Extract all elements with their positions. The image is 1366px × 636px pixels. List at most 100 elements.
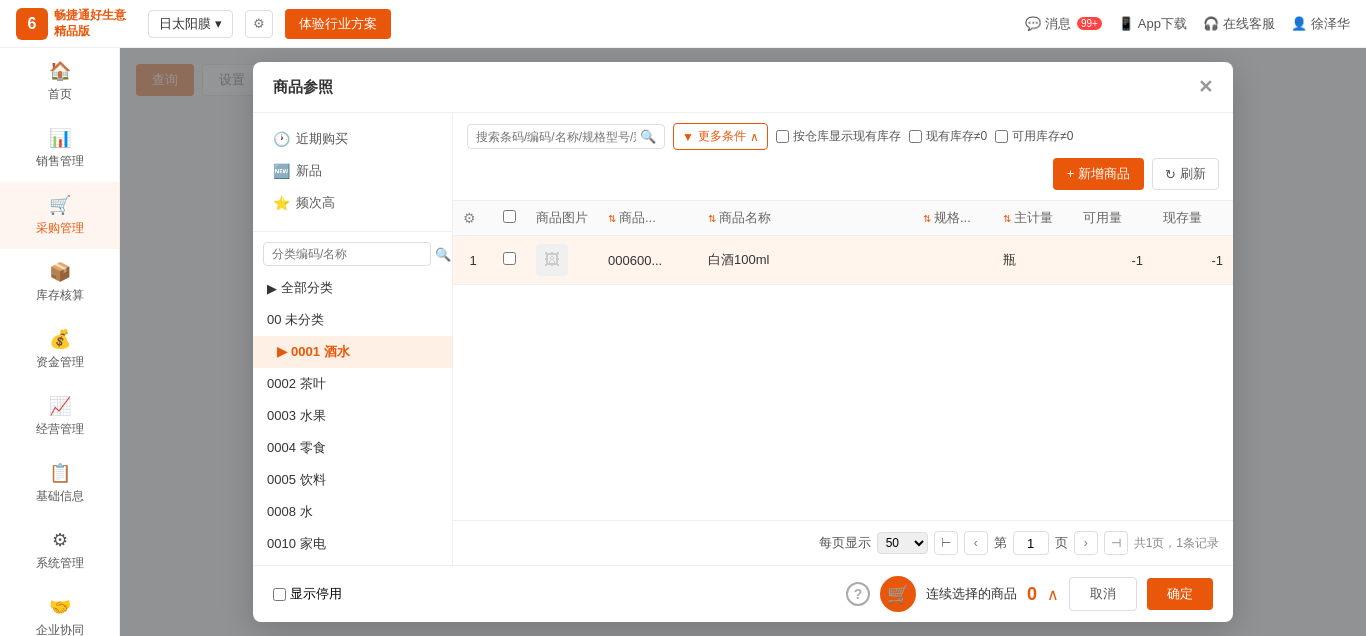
modal-body: 🕐 近期购买 🆕 新品 ⭐ 频次高 [253, 113, 1233, 565]
main-layout: 🏠 首页 📊 销售管理 🛒 采购管理 📦 库存核算 💰 资金管理 📈 经营管理 … [0, 48, 1366, 636]
cancel-button[interactable]: 取消 [1069, 577, 1137, 611]
sidebar-item-home[interactable]: 🏠 首页 [0, 48, 119, 115]
experience-btn[interactable]: 体验行业方案 [285, 9, 391, 39]
new-icon: 🆕 [273, 163, 290, 179]
sidebar-item-system[interactable]: ⚙ 系统管理 [0, 517, 119, 584]
cart-label: 连续选择的商品 [926, 585, 1017, 603]
confirm-button[interactable]: 确定 [1147, 578, 1213, 610]
sidebar-item-enterprise[interactable]: 🤝 企业协同 [0, 584, 119, 636]
image-placeholder-icon: 🖼 [544, 251, 560, 269]
first-page-btn[interactable]: ⊢ [934, 531, 958, 555]
cat-item-0004[interactable]: 0004 零食 [253, 432, 452, 464]
sidebar-item-operations[interactable]: 📈 经营管理 [0, 383, 119, 450]
th-available[interactable]: 可用量 [1073, 201, 1153, 236]
filter-more-btn[interactable]: ▼ 更多条件 ∧ [673, 123, 768, 150]
logo-area: 6 畅捷通好生意 精品版 [16, 8, 136, 40]
th-spec[interactable]: ⇅ 规格... [913, 201, 993, 236]
filter-stock-nonzero-input[interactable] [909, 130, 922, 143]
app-download-btn[interactable]: 📱 App下载 [1118, 15, 1187, 33]
th-product-image: 商品图片 [526, 201, 598, 236]
sidebar-item-basic-info[interactable]: 📋 基础信息 [0, 450, 119, 517]
sidebar-item-label: 采购管理 [36, 220, 84, 237]
product-table: ⚙ 商品图片 [453, 201, 1233, 285]
row-checkbox[interactable] [503, 252, 516, 265]
pagination: 每页显示 50 20 100 ⊢ ‹ 第 页 › [453, 520, 1233, 565]
operations-icon: 📈 [49, 395, 71, 417]
quick-new-products[interactable]: 🆕 新品 [263, 155, 442, 187]
store-selector[interactable]: 日太阳膜 ▾ [148, 10, 233, 38]
cat-item-00[interactable]: 00 未分类 [253, 304, 452, 336]
online-service-btn[interactable]: 🎧 在线客服 [1203, 15, 1275, 33]
th-stock[interactable]: 现存量 [1153, 201, 1233, 236]
system-icon: ⚙ [52, 529, 68, 551]
filter-warehouse-input[interactable] [776, 130, 789, 143]
user-profile-btn[interactable]: 👤 徐泽华 [1291, 15, 1350, 33]
sidebar-item-purchase[interactable]: 🛒 采购管理 [0, 182, 119, 249]
cat-active-arrow: ▶ [277, 344, 287, 359]
sales-icon: 📊 [49, 127, 71, 149]
divider-1 [253, 231, 452, 232]
sidebar-item-sales[interactable]: 📊 销售管理 [0, 115, 119, 182]
message-label: 消息 [1045, 15, 1071, 33]
star-icon: ⭐ [273, 195, 290, 211]
cat-search-icon[interactable]: 🔍 [435, 247, 451, 262]
last-page-btn[interactable]: ⊣ [1104, 531, 1128, 555]
quick-frequent[interactable]: ⭐ 频次高 [263, 187, 442, 219]
cat-item-0002[interactable]: 0002 茶叶 [253, 368, 452, 400]
modal-close-button[interactable]: ✕ [1198, 76, 1213, 98]
purchase-icon: 🛒 [49, 194, 71, 216]
quick-recent-purchase[interactable]: 🕐 近期购买 [263, 123, 442, 155]
cat-item-0003[interactable]: 0003 水果 [253, 400, 452, 432]
product-search-input[interactable] [476, 130, 636, 144]
user-name: 徐泽华 [1311, 15, 1350, 33]
select-all-checkbox[interactable] [503, 210, 516, 223]
cat-item-all[interactable]: ▶ 全部分类 [253, 272, 452, 304]
row-checkbox-cell [493, 236, 526, 285]
page-number-input[interactable] [1013, 531, 1049, 555]
filter-bar: 🔍 ▼ 更多条件 ∧ 按仓库显示现有库存 [453, 113, 1233, 201]
cat-item-0001[interactable]: ▶0001 酒水 [253, 336, 452, 368]
show-disabled-checkbox[interactable]: 显示停用 [273, 585, 342, 603]
message-btn[interactable]: 💬 消息 99+ [1025, 15, 1102, 33]
prev-page-btn[interactable]: ‹ [964, 531, 988, 555]
search-icon[interactable]: 🔍 [640, 129, 656, 144]
add-product-btn[interactable]: + 新增商品 [1053, 158, 1144, 190]
product-thumbnail: 🖼 [536, 244, 568, 276]
cat-search-row: 🔍 « [253, 236, 452, 272]
filter-avail-nonzero-input[interactable] [995, 130, 1008, 143]
category-list: ▶ 全部分类 00 未分类 ▶0001 酒水 0002 茶叶 0003 水果 0… [253, 272, 452, 560]
cat-item-0008[interactable]: 0008 水 [253, 496, 452, 528]
th-product-code[interactable]: ⇅ 商品... [598, 201, 698, 236]
message-icon: 💬 [1025, 16, 1041, 31]
filter-avail-nonzero-checkbox[interactable]: 可用库存≠0 [995, 128, 1073, 145]
cat-item-0005[interactable]: 0005 饮料 [253, 464, 452, 496]
logo-icon: 6 [16, 8, 48, 40]
content-area: 查询 设置 刷新 商品参照 ✕ 🕐 [120, 48, 1366, 636]
row-stock: -1 [1153, 236, 1233, 285]
table-settings-icon[interactable]: ⚙ [463, 210, 476, 226]
table-row[interactable]: 1 🖼 [453, 236, 1233, 285]
page-size-select[interactable]: 50 20 100 [877, 532, 928, 554]
row-image: 🖼 [526, 236, 598, 285]
th-unit[interactable]: ⇅ 主计量 [993, 201, 1073, 236]
show-disabled-input[interactable] [273, 588, 286, 601]
clock-icon: 🕐 [273, 131, 290, 147]
modal-right-panel: 🔍 ▼ 更多条件 ∧ 按仓库显示现有库存 [453, 113, 1233, 565]
modal-footer: 显示停用 ? 🛒 连续选择的商品 0 ∧ 取消 确定 [253, 565, 1233, 622]
next-page-btn[interactable]: › [1074, 531, 1098, 555]
cart-button[interactable]: 🛒 [880, 576, 916, 612]
filter-stock-nonzero-checkbox[interactable]: 现有库存≠0 [909, 128, 987, 145]
sidebar-item-inventory[interactable]: 📦 库存核算 [0, 249, 119, 316]
sidebar-item-finance[interactable]: 💰 资金管理 [0, 316, 119, 383]
cat-item-0010[interactable]: 0010 家电 [253, 528, 452, 560]
help-icon[interactable]: ? [846, 582, 870, 606]
refresh-btn[interactable]: ↻ 刷新 [1152, 158, 1219, 190]
cat-search-input[interactable] [263, 242, 431, 266]
collapse-cart-icon[interactable]: ∧ [1047, 585, 1059, 604]
nav-right: 💬 消息 99+ 📱 App下载 🎧 在线客服 👤 徐泽华 [1025, 15, 1350, 33]
product-table-wrap: ⚙ 商品图片 [453, 201, 1233, 520]
filter-by-warehouse-checkbox[interactable]: 按仓库显示现有库存 [776, 128, 901, 145]
settings-button[interactable]: ⚙ [245, 10, 273, 38]
th-product-name[interactable]: ⇅ 商品名称 [698, 201, 913, 236]
store-dropdown-icon: ▾ [215, 16, 222, 31]
